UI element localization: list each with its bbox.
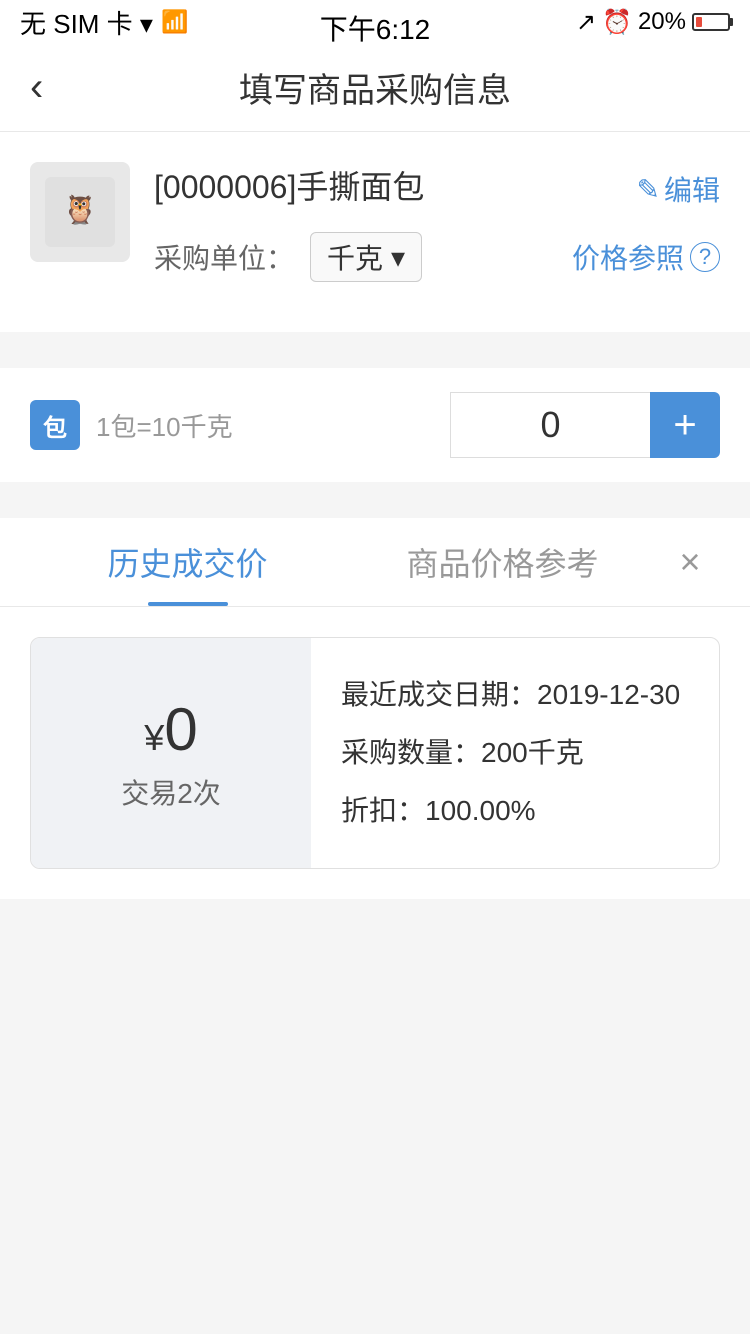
discount-label: 折扣： [341,795,425,826]
price-ref-label: 价格参照 [572,237,684,277]
header: ‹ 填写商品采购信息 [0,44,750,132]
tab-product-price-reference[interactable]: 商品价格参考 [345,518,660,606]
purchase-unit-row: 采购单位： 千克 ▾ 价格参照 ? [154,232,720,282]
tab-price-ref-label: 商品价格参考 [406,539,598,585]
section-divider-1 [0,352,750,368]
quantity-controls: + [450,392,720,458]
product-section: 🦉 [0000006]手撕面包 ✎ 编辑 采购单位： 千克 ▾ [0,132,750,332]
card-details: 最近成交日期：2019-12-30 采购数量：200千克 折扣：100.00% [311,638,719,868]
product-logo-icon: 🦉 [45,177,115,247]
recent-date-value: 2019-12-30 [537,679,680,710]
unit-value: 千克 [327,237,383,277]
chevron-down-icon: ▾ [391,241,405,274]
purchase-qty-label: 采购数量： [341,737,481,768]
quantity-input[interactable] [450,392,650,458]
location-icon: ↗ [576,8,596,37]
no-sim-label: 无 SIM 卡 ▾ [20,4,153,41]
unit-label: 采购单位： [154,237,294,277]
price-reference-button[interactable]: 价格参照 ? [572,237,720,277]
status-left: 无 SIM 卡 ▾ 📶 [20,4,188,41]
product-info: [0000006]手撕面包 ✎ 编辑 采购单位： 千克 ▾ 价格参照 ? [154,162,720,282]
back-button[interactable]: ‹ [30,65,90,110]
product-top: 🦉 [0000006]手撕面包 ✎ 编辑 采购单位： 千克 ▾ [30,162,720,282]
unit-dropdown[interactable]: 千克 ▾ [310,232,422,282]
battery-icon [692,13,730,31]
edit-label: 编辑 [664,169,720,209]
alarm-icon: ⏰ [602,8,632,37]
product-name-row: [0000006]手撕面包 ✎ 编辑 [154,162,720,216]
price-value: 0 [164,696,197,763]
quantity-plus-button[interactable]: + [650,392,720,458]
tab-close-button[interactable]: × [660,518,720,606]
unit-badge: 包 [30,400,80,450]
status-right: ↗ ⏰ 20% [576,8,730,37]
section-divider-2 [0,502,750,518]
tabs-header: 历史成交价 商品价格参考 × [0,518,750,607]
wifi-icon: 📶 [161,9,188,35]
status-bar: 无 SIM 卡 ▾ 📶 下午6:12 ↗ ⏰ 20% [0,0,750,44]
purchase-qty-value: 200千克 [481,737,584,768]
quantity-left: 包 1包=10千克 [30,400,233,450]
history-price-card: ¥0 交易2次 最近成交日期：2019-12-30 采购数量：200千克 折扣：… [30,637,720,869]
status-time: 下午6:12 [320,8,431,48]
svg-text:🦉: 🦉 [63,194,98,226]
recent-date-label: 最近成交日期： [341,679,537,710]
edit-icon: ✎ [637,173,660,206]
discount-value: 100.00% [425,795,536,826]
recent-date-row: 最近成交日期：2019-12-30 [341,674,689,716]
tab-content: ¥0 交易2次 最近成交日期：2019-12-30 采购数量：200千克 折扣：… [0,607,750,899]
product-image: 🦉 [30,162,130,262]
page-title: 填写商品采购信息 [239,63,511,112]
purchase-qty-row: 采购数量：200千克 [341,732,689,774]
quantity-section: 包 1包=10千克 + [0,368,750,482]
price-ref-help-icon: ? [690,242,720,272]
tab-history-label: 历史成交价 [107,539,267,585]
history-price-display: ¥0 [144,695,197,764]
unit-selector: 采购单位： 千克 ▾ [154,232,422,282]
battery-percent: 20% [638,8,686,36]
currency-symbol: ¥ [144,717,164,758]
trade-count: 交易2次 [121,772,221,812]
product-full-name: [0000006]手撕面包 [154,162,424,208]
edit-button[interactable]: ✎ 编辑 [637,169,720,209]
discount-row: 折扣：100.00% [341,790,689,832]
tabs-section: 历史成交价 商品价格参考 × ¥0 交易2次 最近成交日期：2019-12-30 [0,518,750,899]
tab-history-price[interactable]: 历史成交价 [30,518,345,606]
card-price-summary: ¥0 交易2次 [31,638,311,868]
unit-ratio: 1包=10千克 [96,407,233,444]
